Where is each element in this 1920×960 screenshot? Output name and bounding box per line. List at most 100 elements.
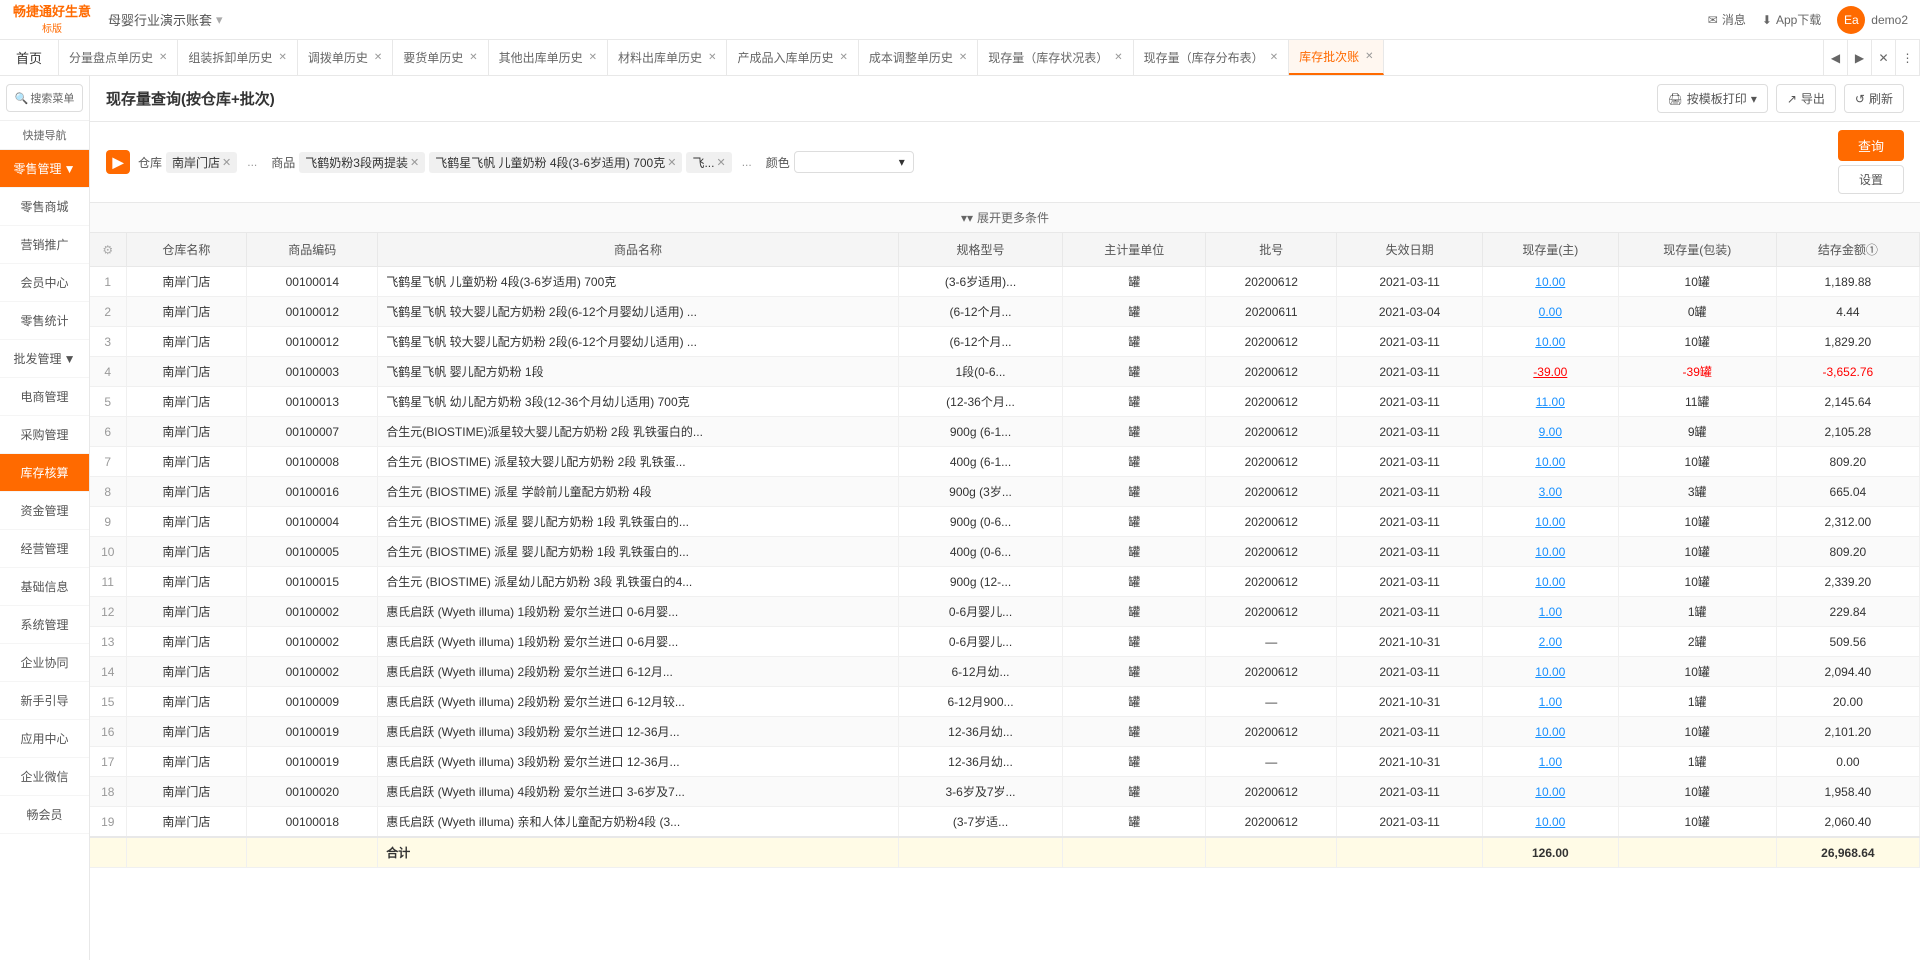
- row-number: 9: [90, 507, 126, 537]
- btn-search[interactable]: 查询: [1838, 130, 1904, 161]
- sidebar-search-btn[interactable]: 🔍 搜索菜单: [6, 84, 83, 112]
- row-qty-main[interactable]: 10.00: [1482, 717, 1618, 747]
- tab-close-zuzhuang[interactable]: ✕: [278, 52, 286, 63]
- tab-yaohuo[interactable]: 要货单历史 ✕: [393, 40, 488, 75]
- goods-tag2-close[interactable]: ✕: [667, 156, 676, 169]
- row-qty-main[interactable]: 10.00: [1482, 567, 1618, 597]
- row-qty-pkg: -39罐: [1618, 357, 1776, 387]
- tab-close-all[interactable]: ✕: [1872, 40, 1896, 76]
- row-qty-main[interactable]: 1.00: [1482, 687, 1618, 717]
- sidebar-item-member[interactable]: 畅会员: [0, 796, 89, 834]
- tab-xiancun-kucun[interactable]: 现存量（库存状况表） ✕: [978, 40, 1133, 75]
- tab-xiancun-fenbu[interactable]: 现存量（库存分布表） ✕: [1134, 40, 1289, 75]
- settings-icon[interactable]: ⚙: [102, 243, 113, 257]
- sidebar-item-finance[interactable]: 资金管理: [0, 492, 89, 530]
- warehouse-more[interactable]: ...: [241, 153, 263, 171]
- row-qty-main[interactable]: 2.00: [1482, 627, 1618, 657]
- search-icon: 🔍: [15, 92, 29, 105]
- tab-close-fenpan[interactable]: ✕: [159, 52, 167, 63]
- sidebar-item-ecshop[interactable]: 零售商城: [0, 188, 89, 226]
- warehouse-tag-close[interactable]: ✕: [222, 156, 231, 169]
- tab-close-cailiao[interactable]: ✕: [708, 52, 716, 63]
- sidebar-quick-nav[interactable]: 快捷导航: [0, 121, 89, 150]
- sidebar-item-wechat[interactable]: 企业微信: [0, 758, 89, 796]
- row-qty-main[interactable]: 10.00: [1482, 267, 1618, 297]
- sidebar-item-system[interactable]: 系统管理: [0, 606, 89, 644]
- sidebar-item-marketing[interactable]: 营销推广: [0, 226, 89, 264]
- sidebar-item-ecom[interactable]: 电商管理: [0, 378, 89, 416]
- tab-prev-arrow[interactable]: ◀: [1824, 40, 1848, 76]
- btn-refresh[interactable]: ↺ 刷新: [1844, 84, 1904, 113]
- row-qty-main[interactable]: 9.00: [1482, 417, 1618, 447]
- tab-chanchenpin[interactable]: 产成品入库单历史 ✕: [727, 40, 858, 75]
- goods-tag1[interactable]: 飞鹤奶粉3段两提装 ✕: [299, 152, 425, 173]
- goods-tag3[interactable]: 飞... ✕: [686, 152, 731, 173]
- goods-tag2[interactable]: 飞鹤星飞帆 儿童奶粉 4段(3-6岁适用) 700克 ✕: [429, 152, 682, 173]
- tab-close-kucun-pici[interactable]: ✕: [1365, 51, 1373, 62]
- btn-set[interactable]: 设置: [1838, 165, 1904, 194]
- tab-close-chenben[interactable]: ✕: [959, 52, 967, 63]
- sidebar-item-retail[interactable]: 零售管理 ▼: [0, 150, 89, 188]
- tab-close-qtchuku[interactable]: ✕: [589, 52, 597, 63]
- sidebar-item-guide[interactable]: 新手引导: [0, 682, 89, 720]
- row-qty-main[interactable]: 10.00: [1482, 777, 1618, 807]
- tab-close-xiancun-fenbu[interactable]: ✕: [1270, 52, 1278, 63]
- row-qty-main[interactable]: 10.00: [1482, 537, 1618, 567]
- tab-close-chanchenpin[interactable]: ✕: [839, 52, 847, 63]
- row-code: 00100020: [247, 777, 378, 807]
- sidebar-item-ops[interactable]: 经营管理: [0, 530, 89, 568]
- row-qty-main[interactable]: 10.00: [1482, 447, 1618, 477]
- color-dropdown[interactable]: ▾: [794, 151, 914, 173]
- message-btn[interactable]: ✉ 消息: [1708, 11, 1746, 28]
- row-amount: 2,105.28: [1776, 417, 1919, 447]
- sidebar-item-retail-stats[interactable]: 零售统计: [0, 302, 89, 340]
- row-qty-pkg: 10罐: [1618, 777, 1776, 807]
- sidebar-item-purchase[interactable]: 采购管理: [0, 416, 89, 454]
- tab-kucun-pici[interactable]: 库存批次账 ✕: [1289, 40, 1384, 75]
- row-qty-main[interactable]: -39.00: [1482, 357, 1618, 387]
- tab-close-xiancun-kucun[interactable]: ✕: [1114, 52, 1122, 63]
- btn-template-print[interactable]: 🖨 按模板打印 ▾: [1657, 84, 1768, 113]
- goods-tag1-close[interactable]: ✕: [410, 156, 419, 169]
- sidebar-item-enterprise[interactable]: 企业协同: [0, 644, 89, 682]
- row-expire: 2021-10-31: [1337, 627, 1483, 657]
- row-qty-main[interactable]: 10.00: [1482, 657, 1618, 687]
- tab-qtchuku[interactable]: 其他出库单历史 ✕: [489, 40, 608, 75]
- row-qty-main[interactable]: 3.00: [1482, 477, 1618, 507]
- filter-toggle-btn[interactable]: ▶: [106, 150, 130, 174]
- tab-zuzhuang[interactable]: 组装拆卸单历史 ✕: [178, 40, 297, 75]
- footer-qty-main: 126.00: [1482, 837, 1618, 868]
- tab-home[interactable]: 首页: [0, 40, 59, 75]
- row-number: 10: [90, 537, 126, 567]
- sidebar-item-wholesale[interactable]: 批发管理 ▼: [0, 340, 89, 378]
- sidebar-item-appcenter[interactable]: 应用中心: [0, 720, 89, 758]
- warehouse-tag[interactable]: 南岸门店 ✕: [166, 152, 237, 173]
- row-name: 惠氏启跃 (Wyeth illuma) 1段奶粉 爱尔兰进口 0-6月婴...: [378, 627, 899, 657]
- tab-cailiao[interactable]: 材料出库单历史 ✕: [608, 40, 727, 75]
- sidebar-item-inventory[interactable]: 库存核算: [0, 454, 89, 492]
- tab-diaopo[interactable]: 调拨单历史 ✕: [298, 40, 393, 75]
- tab-chenben[interactable]: 成本调整单历史 ✕: [859, 40, 978, 75]
- tab-menu[interactable]: ⋮: [1896, 40, 1920, 76]
- sidebar-item-members[interactable]: 会员中心: [0, 264, 89, 302]
- btn-export[interactable]: ↗ 导出: [1776, 84, 1836, 113]
- th-settings[interactable]: ⚙: [90, 233, 126, 267]
- row-qty-main[interactable]: 1.00: [1482, 597, 1618, 627]
- app-download-btn[interactable]: ⬇ App下载: [1762, 11, 1821, 28]
- user-area[interactable]: Ea demo2: [1837, 6, 1908, 34]
- tab-fenpan[interactable]: 分量盘点单历史 ✕: [59, 40, 178, 75]
- row-qty-main[interactable]: 10.00: [1482, 807, 1618, 838]
- tab-close-yaohuo[interactable]: ✕: [469, 52, 477, 63]
- goods-tag3-close[interactable]: ✕: [716, 156, 725, 169]
- expand-more-btn[interactable]: ▾▾ 展开更多条件: [953, 207, 1057, 228]
- row-qty-main[interactable]: 11.00: [1482, 387, 1618, 417]
- row-qty-main[interactable]: 10.00: [1482, 327, 1618, 357]
- row-qty-main[interactable]: 1.00: [1482, 747, 1618, 777]
- title-arrow[interactable]: ▾: [216, 12, 223, 28]
- sidebar-item-basic[interactable]: 基础信息: [0, 568, 89, 606]
- row-qty-main[interactable]: 0.00: [1482, 297, 1618, 327]
- goods-more[interactable]: ...: [736, 153, 758, 171]
- tab-close-diaopo[interactable]: ✕: [374, 52, 382, 63]
- tab-next-arrow[interactable]: ▶: [1848, 40, 1872, 76]
- row-qty-main[interactable]: 10.00: [1482, 507, 1618, 537]
